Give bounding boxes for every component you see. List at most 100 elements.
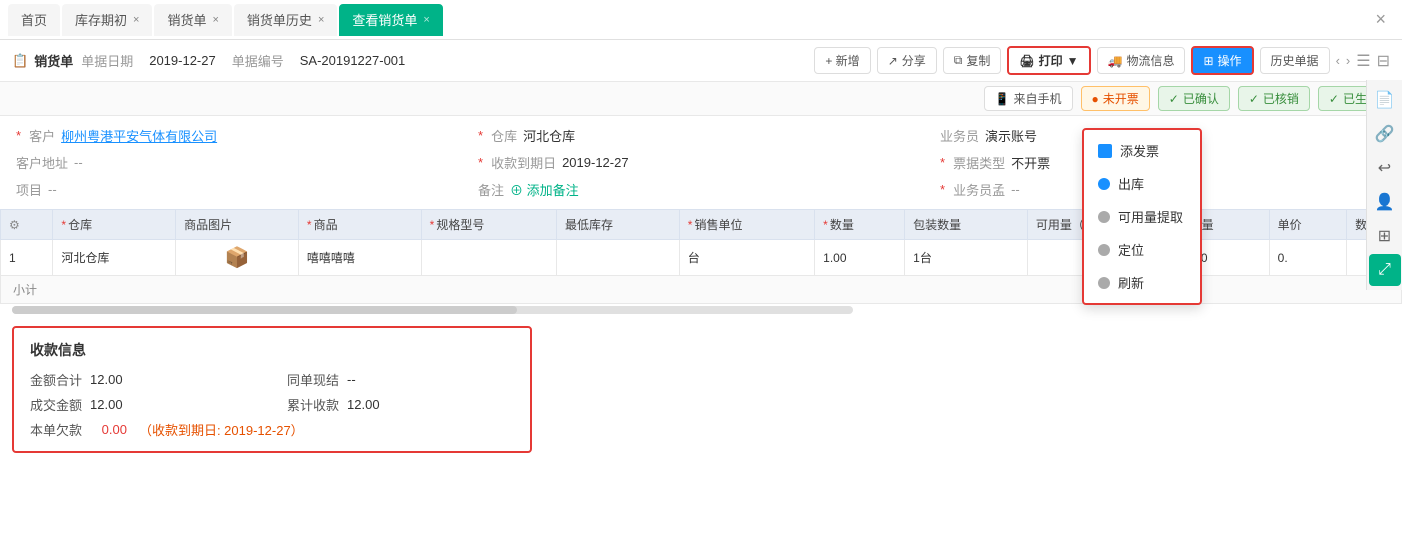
due-date-value: 2019-12-27 xyxy=(562,155,629,170)
tab-inventory[interactable]: 库存期初 × xyxy=(62,4,152,36)
customer-label: 客户 xyxy=(29,126,55,145)
share-icon: ↗ xyxy=(888,54,898,68)
nav-next-icon[interactable]: › xyxy=(1346,53,1350,68)
row-warehouse: 河北仓库 xyxy=(53,240,176,276)
warehouse-label: 仓库 xyxy=(491,126,517,145)
scroll-thumb xyxy=(12,306,517,314)
project-label: 项目 xyxy=(16,180,42,199)
new-button[interactable]: + 新增 xyxy=(814,47,870,74)
add-invoice-item[interactable]: 添发票 xyxy=(1084,134,1200,167)
col-price: 单价 xyxy=(1269,210,1346,240)
doc-title-section: 📋 销货单 xyxy=(12,51,73,70)
row-spec xyxy=(421,240,556,276)
payment-info-grid: 金额合计 12.00 同单现结 -- 成交金额 12.00 累计收款 12.00 xyxy=(30,370,514,439)
settlement-value: -- xyxy=(347,372,356,387)
customer-value[interactable]: 柳州粤港平安气体有限公司 xyxy=(61,126,217,145)
operations-label: 操作 xyxy=(1218,52,1242,69)
tab-view-sales[interactable]: 查看销货单 × xyxy=(339,4,442,36)
locate-icon xyxy=(1098,244,1110,256)
print-icon: 🖨 xyxy=(1019,54,1034,68)
right-icon-link[interactable]: 🔗 xyxy=(1369,118,1401,150)
tab-view-sales-label: 查看销货单 xyxy=(352,10,417,29)
confirmed-button[interactable]: ✓ 已确认 xyxy=(1158,86,1230,111)
available-qty-item[interactable]: 可用量提取 xyxy=(1084,200,1200,233)
salesman-label: 业务员孟 xyxy=(953,180,1005,199)
due-date-required-mark: * xyxy=(478,155,483,170)
arrears-note: （收款到期日: 2019-12-27） xyxy=(139,420,304,439)
right-icon-undo[interactable]: ↩ xyxy=(1369,152,1401,184)
nav-prev-icon[interactable]: ‹ xyxy=(1336,53,1340,68)
row-min-stock xyxy=(557,240,680,276)
from-phone-button[interactable]: 📱 来自手机 xyxy=(984,86,1073,111)
settlement-label: 同单现结 xyxy=(287,370,339,389)
print-label: 打印 xyxy=(1039,52,1063,69)
col-min-stock: 最低库存 xyxy=(557,210,680,240)
toolbar-actions: + 新增 ↗ 分享 ⧉ 复制 🖨 打印 ▼ 🚚 物流信息 xyxy=(814,46,1390,75)
arrears-value: 0.00 xyxy=(102,422,127,437)
amount-label: 金额合计 xyxy=(30,370,82,389)
staff-label: 业务员 xyxy=(940,126,979,145)
transaction-row: 成交金额 12.00 xyxy=(30,395,257,414)
ticket-required-mark: * xyxy=(940,155,945,170)
add-invoice-icon xyxy=(1098,144,1112,158)
address-field: 客户地址 -- xyxy=(16,153,462,172)
right-icon-expand[interactable]: ⤢ xyxy=(1369,254,1401,286)
logistics-icon: 🚚 xyxy=(1108,54,1123,68)
voided-button[interactable]: ✓ 已核销 xyxy=(1238,86,1310,111)
payment-info-title: 收款信息 xyxy=(30,340,514,360)
print-button[interactable]: 🖨 打印 ▼ xyxy=(1007,46,1090,75)
tab-sales[interactable]: 销货单 × xyxy=(154,4,231,36)
salesman-required-mark: * xyxy=(940,182,945,197)
payment-info-box: 收款信息 金额合计 12.00 同单现结 -- 成交金额 12.00 累计收款 … xyxy=(12,326,532,453)
right-icon-panel: 📄 🔗 ↩ 👤 ⊞ ⤢ xyxy=(1366,80,1402,290)
tab-sales-close[interactable]: × xyxy=(212,14,218,26)
tab-home[interactable]: 首页 xyxy=(8,4,60,36)
right-icon-grid[interactable]: ⊞ xyxy=(1369,220,1401,252)
main-content: 📋 销货单 单据日期 2019-12-27 单据编号 SA-20191227-0… xyxy=(0,40,1402,533)
add-note-label: 添加备注 xyxy=(527,183,579,198)
tab-inventory-label: 库存期初 xyxy=(75,10,127,29)
phone-icon: 📱 xyxy=(995,92,1010,106)
outbound-item[interactable]: 出库 xyxy=(1084,167,1200,200)
horizontal-scrollbar[interactable] xyxy=(12,306,853,314)
tab-view-sales-close[interactable]: × xyxy=(423,14,429,26)
staff-value: 演示账号 xyxy=(985,126,1037,145)
customer-field: * 客户 柳州粤港平安气体有限公司 xyxy=(16,126,462,145)
amount-value: 12.00 xyxy=(90,372,123,387)
col-gear: ⚙ xyxy=(1,210,53,240)
locate-item[interactable]: 定位 xyxy=(1084,233,1200,266)
operations-button[interactable]: ⊞ 操作 xyxy=(1191,46,1253,75)
refresh-icon xyxy=(1098,277,1110,289)
right-icon-doc[interactable]: 📄 xyxy=(1369,84,1401,116)
salesman-value: -- xyxy=(1011,182,1020,197)
tab-history-label: 销货单历史 xyxy=(247,10,312,29)
voided-icon: ✓ xyxy=(1249,92,1259,106)
history-button[interactable]: 历史单据 xyxy=(1260,47,1330,74)
refresh-item[interactable]: 刷新 xyxy=(1084,266,1200,299)
address-value: -- xyxy=(74,155,83,170)
voided-label: 已核销 xyxy=(1263,90,1299,107)
col-spec: *规格型号 xyxy=(421,210,556,240)
right-icon-user[interactable]: 👤 xyxy=(1369,186,1401,218)
tab-history[interactable]: 销货单历史 × xyxy=(234,4,337,36)
print-dropdown-icon: ▼ xyxy=(1067,54,1079,68)
settings-icon[interactable]: ⚙ xyxy=(9,218,20,232)
address-label: 客户地址 xyxy=(16,153,68,172)
doc-icon: 📋 xyxy=(12,53,28,69)
project-field: 项目 -- xyxy=(16,180,462,199)
tab-inventory-close[interactable]: × xyxy=(133,14,139,26)
toolbar-secondary: 📱 来自手机 ● 未开票 ✓ 已确认 ✓ 已核销 ✓ 已生效 xyxy=(0,82,1402,116)
warehouse-required-mark: * xyxy=(478,128,483,143)
share-button[interactable]: ↗ 分享 xyxy=(877,47,937,74)
outbound-icon xyxy=(1098,178,1110,190)
global-close-button[interactable]: × xyxy=(1367,9,1394,30)
add-note-button[interactable]: ⊕ 添加备注 xyxy=(510,180,579,199)
arrears-label: 本单欠款 xyxy=(30,420,82,439)
tab-history-close[interactable]: × xyxy=(318,14,324,26)
project-value: -- xyxy=(48,182,57,197)
view-grid-icon[interactable]: ⊟ xyxy=(1377,51,1390,71)
logistics-button[interactable]: 🚚 物流信息 xyxy=(1097,47,1186,74)
not-open-button[interactable]: ● 未开票 xyxy=(1081,86,1150,111)
view-list-icon[interactable]: ☰ xyxy=(1356,51,1370,71)
copy-button[interactable]: ⧉ 复制 xyxy=(943,47,1002,74)
